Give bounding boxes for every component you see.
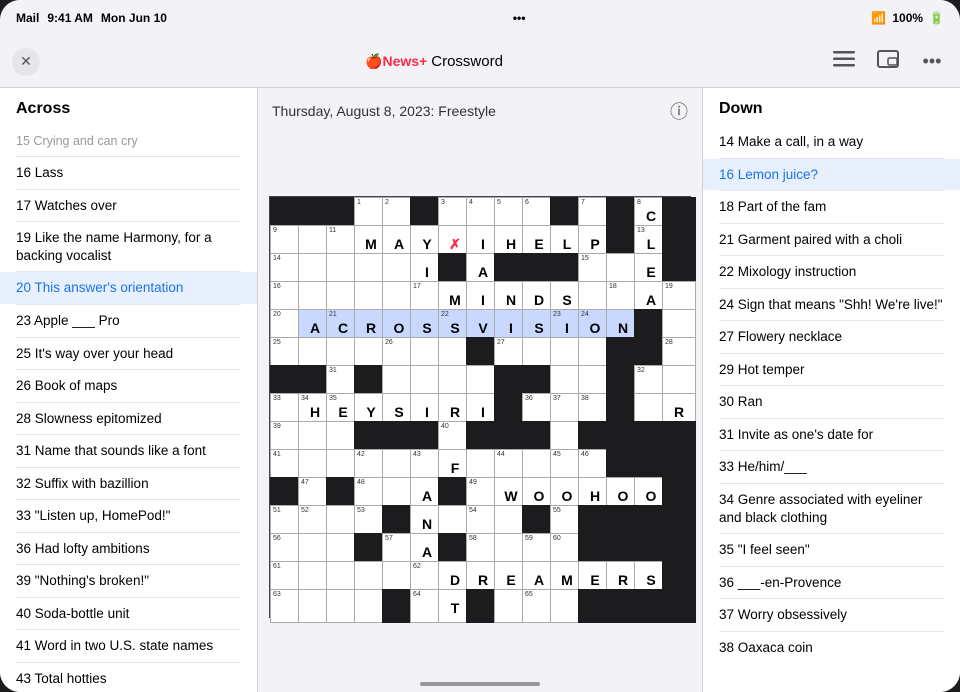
crossword-title: Thursday, August 8, 2023: Freestyle (272, 103, 496, 119)
down-header: Down (703, 88, 960, 126)
toolbar-left: ✕ (12, 48, 40, 76)
status-bar: Mail 9:41 AM Mon Jun 10 ••• 📶 100% 🔋 (0, 0, 960, 36)
wifi-icon: 📶 (871, 11, 886, 25)
ellipsis-icon: ••• (923, 51, 942, 72)
clue-down-18[interactable]: 18 Part of the fam (703, 191, 960, 223)
clue-down-16[interactable]: 16 Lemon juice? (703, 159, 960, 191)
battery-icon: 🔋 (929, 11, 944, 25)
clue-down-31[interactable]: 31 Invite as one's date for (703, 419, 960, 451)
list-view-button[interactable] (828, 46, 860, 78)
more-options-button[interactable]: ••• (916, 46, 948, 78)
clue-down-37[interactable]: 37 Worry obsessively (703, 599, 960, 631)
home-bar (420, 682, 540, 686)
clue-across-32[interactable]: 32 Suffix with bazillion (0, 468, 257, 500)
picture-in-picture-button[interactable] (872, 46, 904, 78)
picture-icon (877, 50, 899, 73)
toolbar: ✕ 🍎News+ Crossword (0, 36, 960, 88)
clue-across-28[interactable]: 28 Slowness epitomized (0, 403, 257, 435)
clue-across-23[interactable]: 23 Apple ___ Pro (0, 305, 257, 337)
clue-across-17[interactable]: 17 Watches over (0, 190, 257, 222)
clue-down-24[interactable]: 24 Sign that means "Shh! We're live!" (703, 289, 960, 321)
clue-across-31[interactable]: 31 Name that sounds like a font (0, 435, 257, 467)
grid-container: 1 2 3 4 5 6 7 8C 9 11 M (268, 132, 692, 682)
clue-across-15[interactable]: 15 Crying and can cry (0, 126, 257, 156)
info-icon[interactable]: ⓘ (670, 98, 688, 124)
date-label: Mon Jun 10 (101, 11, 167, 25)
news-logo: 🍎News+ (365, 53, 427, 70)
clue-down-21[interactable]: 21 Garment paired with a choli (703, 224, 960, 256)
clue-down-34[interactable]: 34 Genre associated with eyeliner and bl… (703, 484, 960, 533)
crossword-area: Thursday, August 8, 2023: Freestyle ⓘ 1 … (258, 88, 702, 692)
clue-down-33[interactable]: 33 He/him/___ (703, 451, 960, 483)
clue-down-27[interactable]: 27 Flowery necklace (703, 321, 960, 353)
status-center: ••• (513, 11, 526, 25)
toolbar-right: ••• (828, 46, 948, 78)
status-left: Mail 9:41 AM Mon Jun 10 (16, 11, 167, 25)
close-icon: ✕ (20, 53, 32, 70)
time-label: 9:41 AM (47, 11, 93, 25)
sidebar-down: Down 14 Make a call, in a way 16 Lemon j… (702, 88, 960, 692)
clue-down-29[interactable]: 29 Hot temper (703, 354, 960, 386)
clue-num: 15 (16, 134, 30, 148)
clue-down-22[interactable]: 22 Mixology instruction (703, 256, 960, 288)
clue-across-41[interactable]: 41 Word in two U.S. state names (0, 630, 257, 662)
clue-down-35[interactable]: 35 "I feel seen" (703, 534, 960, 566)
clue-down-36[interactable]: 36 ___-en-Provence (703, 567, 960, 599)
sidebar-across: Across 15 Crying and can cry 16 Lass 17 … (0, 88, 258, 692)
clue-across-20[interactable]: 20 This answer's orientation (0, 272, 257, 304)
list-icon (833, 50, 855, 73)
status-right: 📶 100% 🔋 (871, 11, 944, 25)
cell-r15c15[interactable] (662, 589, 696, 623)
dots-indicator: ••• (513, 11, 526, 25)
crossword-header: Thursday, August 8, 2023: Freestyle ⓘ (268, 98, 692, 124)
clue-across-16[interactable]: 16 Lass (0, 157, 257, 189)
clue-across-26[interactable]: 26 Book of maps (0, 370, 257, 402)
clue-down-14[interactable]: 14 Make a call, in a way (703, 126, 960, 158)
battery-label: 100% (892, 11, 923, 25)
clue-across-19[interactable]: 19 Like the name Harmony, for a backing … (0, 222, 257, 271)
crossword-label: Crossword (431, 53, 503, 70)
across-header: Across (0, 88, 257, 126)
clue-across-36[interactable]: 36 Had lofty ambitions (0, 533, 257, 565)
clue-across-33[interactable]: 33 "Listen up, HomePod!" (0, 500, 257, 532)
clue-across-40[interactable]: 40 Soda-bottle unit (0, 598, 257, 630)
crossword-grid[interactable]: 1 2 3 4 5 6 7 8C 9 11 M (269, 196, 691, 618)
clue-across-39[interactable]: 39 "Nothing's broken!" (0, 565, 257, 597)
clue-down-38[interactable]: 38 Oaxaca coin (703, 632, 960, 664)
ipad-frame: Mail 9:41 AM Mon Jun 10 ••• 📶 100% 🔋 ✕ 🍎… (0, 0, 960, 692)
close-button[interactable]: ✕ (12, 48, 40, 76)
clue-text: Crying and can cry (33, 134, 137, 148)
clue-down-30[interactable]: 30 Ran (703, 386, 960, 418)
clue-across-43[interactable]: 43 Total hotties (0, 663, 257, 692)
clue-across-25[interactable]: 25 It's way over your head (0, 338, 257, 370)
main-content: Across 15 Crying and can cry 16 Lass 17 … (0, 88, 960, 692)
toolbar-center: 🍎News+ Crossword (365, 53, 503, 70)
mail-label: Mail (16, 11, 39, 25)
